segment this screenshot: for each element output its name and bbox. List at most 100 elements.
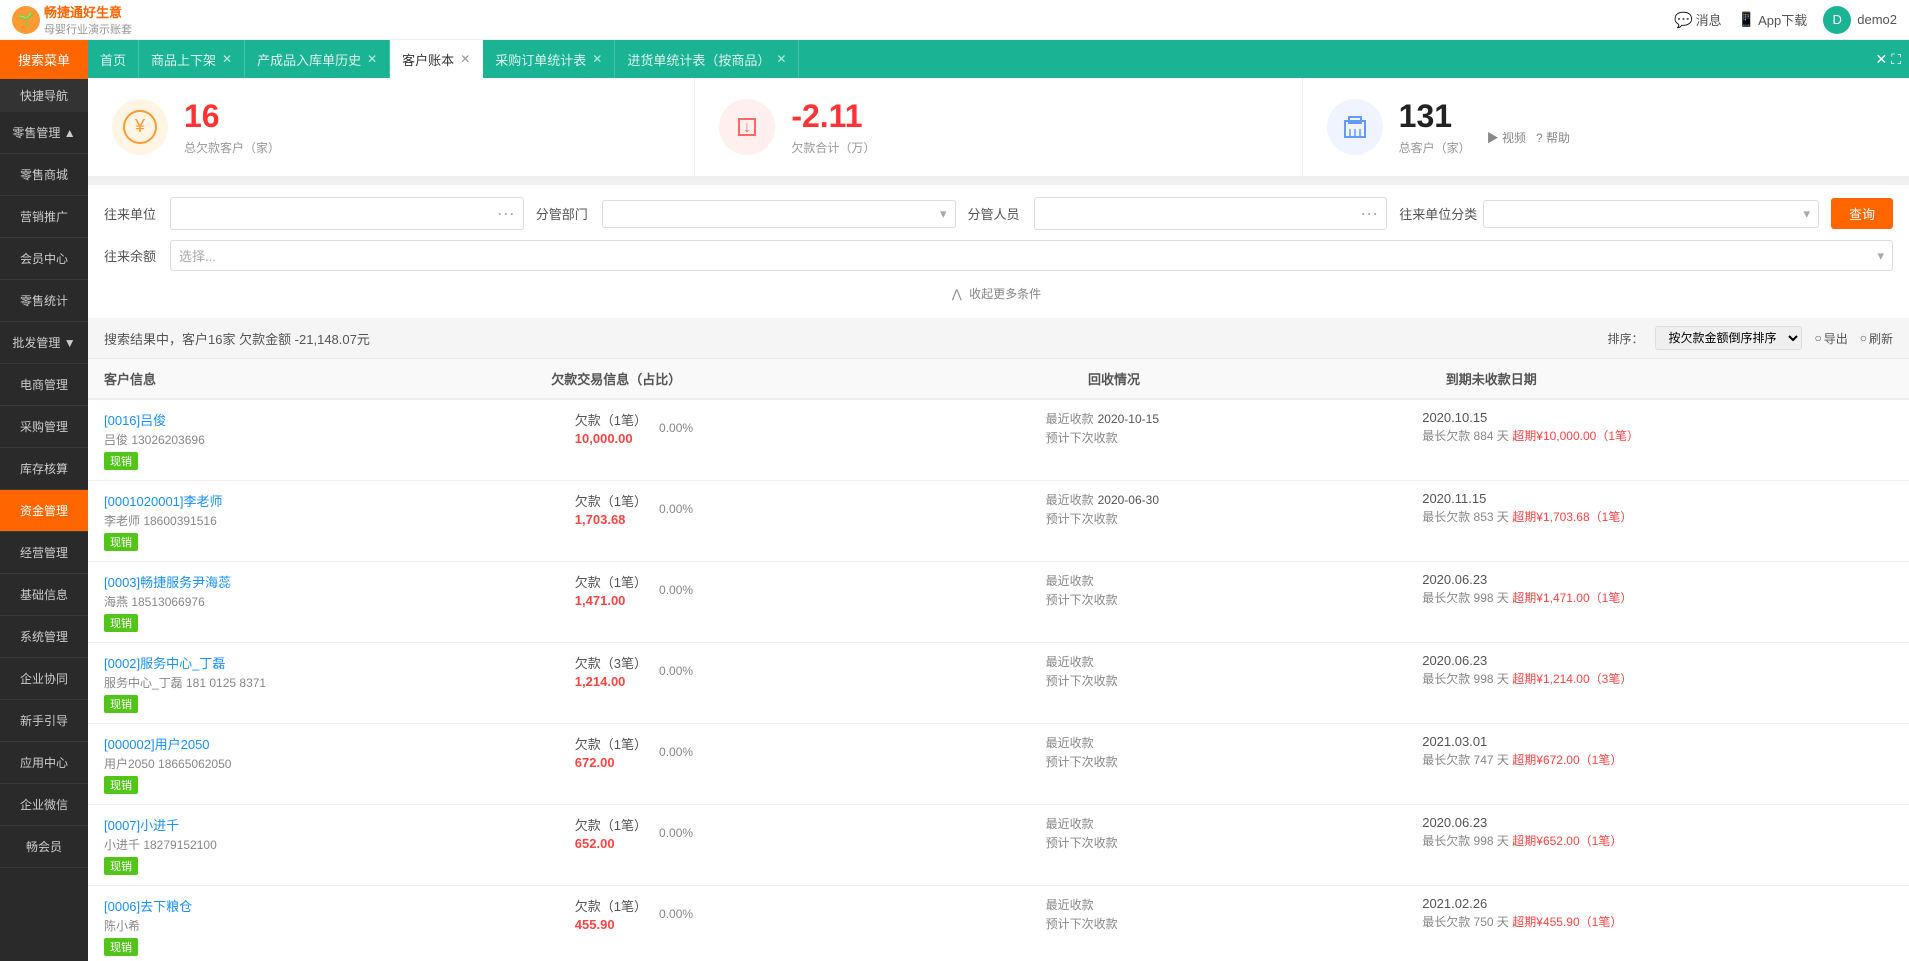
customer-name-3[interactable]: [0003]畅捷服务尹海蕊 bbox=[104, 572, 575, 591]
filter-input-customer[interactable]: ··· bbox=[170, 197, 524, 230]
debt-count-3: 欠款（1笔） bbox=[575, 572, 647, 591]
tab-purchase-order[interactable]: 采购订单统计表 ✕ bbox=[483, 40, 615, 78]
top-bar-right: 💬 消息 📱 App下载 D demo2 bbox=[1674, 6, 1897, 34]
maximize-icon[interactable]: ⛶ bbox=[1891, 51, 1901, 68]
sidebar-item-ecommerce[interactable]: 电商管理 bbox=[0, 364, 88, 406]
tab-inventory-history[interactable]: 产成品入库单历史 ✕ bbox=[245, 40, 390, 78]
debt-amount-6: 652.00 bbox=[575, 836, 647, 851]
table-header: 客户信息 欠款交易信息（占比） 回收情况 到期未收款日期 bbox=[88, 359, 1909, 400]
top-bar: 🌱 畅捷通好生意 母婴行业演示账套 💬 消息 📱 App下载 D demo2 bbox=[0, 0, 1909, 40]
tab-close-product-shelf[interactable]: ✕ bbox=[222, 52, 232, 66]
app-download-btn[interactable]: 📱 App下载 bbox=[1738, 10, 1808, 29]
sidebar-item-purchase[interactable]: 采购管理 bbox=[0, 406, 88, 448]
filter-label-category: 往来单位分类 bbox=[1399, 204, 1477, 223]
sidebar-search-menu[interactable]: 搜索菜单 bbox=[0, 40, 88, 79]
customer-name-6[interactable]: [0007]小进千 bbox=[104, 815, 575, 834]
tab-customer-ledger[interactable]: 客户账本 ✕ bbox=[390, 40, 483, 78]
tab-close-inventory-history[interactable]: ✕ bbox=[367, 52, 377, 66]
recovery-label-5: 最近收款 bbox=[1046, 736, 1094, 750]
sidebar-item-app-center[interactable]: 应用中心 bbox=[0, 742, 88, 784]
filter-actions: 查询 bbox=[1831, 198, 1893, 229]
overdue-link-5[interactable]: 超期¥672.00（1笔） bbox=[1512, 753, 1622, 767]
sidebar-item-wholesale[interactable]: 批发管理 ▼ bbox=[0, 322, 88, 364]
header-percent-spacer bbox=[999, 369, 1088, 388]
stat-label-total: 总客户（家） bbox=[1399, 139, 1471, 156]
tab-close-stock-stats[interactable]: ✕ bbox=[776, 52, 786, 66]
sidebar-item-member2[interactable]: 畅会员 bbox=[0, 826, 88, 868]
filter-row-2: 往来余额 选择... ▾ bbox=[104, 240, 1893, 271]
tab-stock-stats[interactable]: 进货单统计表（按商品） ✕ bbox=[615, 40, 799, 78]
export-btn[interactable]: ○ 导出 bbox=[1814, 330, 1847, 347]
customer-name-2[interactable]: [0001020001]李老师 bbox=[104, 491, 575, 510]
filter-select-category[interactable]: ▾ bbox=[1483, 200, 1819, 228]
stat-card-customers: ¥ 16 总欠款客户（家） bbox=[88, 78, 695, 176]
overdue-date-6: 2020.06.23 bbox=[1422, 815, 1893, 830]
debt-percent-5: 0.00% bbox=[659, 745, 693, 759]
debt-percent-1: 0.00% bbox=[659, 421, 693, 435]
customer-name-1[interactable]: [0016]吕俊 bbox=[104, 410, 575, 429]
doc-help-btn[interactable]: ? 帮助 bbox=[1536, 129, 1570, 146]
page-content: ¥ 16 总欠款客户（家） ↓ -2.11 欠款合计（万） bbox=[88, 78, 1909, 961]
sidebar-item-retail-mall[interactable]: 零售商城 bbox=[0, 154, 88, 196]
sidebar-quick-nav[interactable]: 快捷导航 bbox=[0, 79, 88, 112]
overdue-date-2: 2020.11.15 bbox=[1422, 491, 1893, 506]
customer-cell-7: [0006]去下粮仓 陈小希 现销 bbox=[104, 896, 575, 956]
filter-select-dept[interactable]: ▾ bbox=[602, 200, 956, 228]
sort-select[interactable]: 按欠款金额倒序排序 bbox=[1655, 326, 1802, 350]
tab-close-customer-ledger[interactable]: ✕ bbox=[460, 52, 470, 66]
sidebar-item-inventory[interactable]: 库存核算 bbox=[0, 448, 88, 490]
overdue-cell-3: 2020.06.23 最长欠款 998 天 超期¥1,471.00（1笔） bbox=[1422, 572, 1893, 606]
customer-name-5[interactable]: [000002]用户2050 bbox=[104, 734, 575, 753]
sidebar-item-member[interactable]: 会员中心 bbox=[0, 238, 88, 280]
debt-cell-1: 欠款（1笔） 10,000.00 0.00% bbox=[575, 410, 1046, 446]
results-info: 搜索结果中，客户16家 欠款金额 -21,148.07元 排序： 按欠款金额倒序… bbox=[88, 318, 1909, 359]
video-help-btn[interactable]: ▶ 视频 bbox=[1487, 129, 1526, 146]
table-row: [0007]小进千 小进千 18279152100 现销 欠款（1笔） 652.… bbox=[88, 805, 1909, 886]
tab-product-shelf[interactable]: 商品上下架 ✕ bbox=[139, 40, 245, 78]
tab-close-purchase-order[interactable]: ✕ bbox=[592, 52, 602, 66]
overdue-link-3[interactable]: 超期¥1,471.00（1笔） bbox=[1512, 591, 1632, 605]
customer-name-4[interactable]: [0002]服务中心_丁磊 bbox=[104, 653, 575, 672]
recovery-cell-1: 最近收款2020-10-15 预计下次收款 bbox=[1046, 410, 1423, 446]
recovery-next-5: 预计下次收款 bbox=[1046, 753, 1423, 770]
overdue-link-4[interactable]: 超期¥1,214.00（3笔） bbox=[1512, 672, 1632, 686]
refresh-btn[interactable]: ○ 刷新 bbox=[1860, 330, 1893, 347]
filter-select-balance[interactable]: 选择... ▾ bbox=[170, 240, 1893, 271]
sidebar-item-retail-mgmt[interactable]: 零售管理 ▲ bbox=[0, 112, 88, 154]
overdue-detail-6: 最长欠款 998 天 超期¥652.00（1笔） bbox=[1422, 832, 1893, 849]
debt-percent-7: 0.00% bbox=[659, 907, 693, 921]
sidebar-item-wechat[interactable]: 企业微信 bbox=[0, 784, 88, 826]
overdue-date-4: 2020.06.23 bbox=[1422, 653, 1893, 668]
sidebar-item-finance[interactable]: 资金管理 bbox=[0, 490, 88, 532]
sidebar-item-marketing[interactable]: 营销推广 bbox=[0, 196, 88, 238]
table-row: [0003]畅捷服务尹海蕊 海燕 18513066976 现销 欠款（1笔） 1… bbox=[88, 562, 1909, 643]
filter-label-dept: 分管部门 bbox=[536, 204, 596, 223]
sidebar-item-enterprise[interactable]: 企业协同 bbox=[0, 658, 88, 700]
message-btn[interactable]: 💬 消息 bbox=[1674, 10, 1722, 29]
overdue-link-2[interactable]: 超期¥1,703.68（1笔） bbox=[1512, 510, 1632, 524]
sidebar-item-basic-info[interactable]: 基础信息 bbox=[0, 574, 88, 616]
debt-percent-3: 0.00% bbox=[659, 583, 693, 597]
close-all-icon[interactable]: ✕ bbox=[1875, 51, 1887, 68]
sidebar-item-system[interactable]: 系统管理 bbox=[0, 616, 88, 658]
customer-filter-dots: ··· bbox=[497, 203, 515, 224]
customer-badge-3: 现销 bbox=[104, 614, 138, 632]
recovery-cell-3: 最近收款 预计下次收款 bbox=[1046, 572, 1423, 608]
sidebar-item-retail-stats[interactable]: 零售统计 bbox=[0, 280, 88, 322]
tab-home[interactable]: 首页 bbox=[88, 40, 139, 78]
overdue-link-7[interactable]: 超期¥455.90（1笔） bbox=[1512, 915, 1622, 929]
category-dropdown-icon: ▾ bbox=[1803, 206, 1810, 222]
filter-input-person[interactable]: ··· bbox=[1034, 197, 1388, 230]
user-avatar[interactable]: D demo2 bbox=[1823, 6, 1897, 34]
overdue-link-6[interactable]: 超期¥652.00（1笔） bbox=[1512, 834, 1622, 848]
query-button[interactable]: 查询 bbox=[1831, 198, 1893, 229]
sidebar-item-guide[interactable]: 新手引导 bbox=[0, 700, 88, 742]
customer-name-7[interactable]: [0006]去下粮仓 bbox=[104, 896, 575, 915]
debt-cell-4: 欠款（3笔） 1,214.00 0.00% bbox=[575, 653, 1046, 689]
collapse-bar[interactable]: ⋀ 收起更多条件 bbox=[104, 281, 1893, 306]
overdue-link-1[interactable]: 超期¥10,000.00（1笔） bbox=[1512, 429, 1639, 443]
customer-cell-5: [000002]用户2050 用户2050 18665062050 现销 bbox=[104, 734, 575, 794]
customer-cell-1: [0016]吕俊 吕俊 13026203696 现销 bbox=[104, 410, 575, 470]
filter-label-customer: 往来单位 bbox=[104, 204, 164, 223]
sidebar-item-operations[interactable]: 经营管理 bbox=[0, 532, 88, 574]
